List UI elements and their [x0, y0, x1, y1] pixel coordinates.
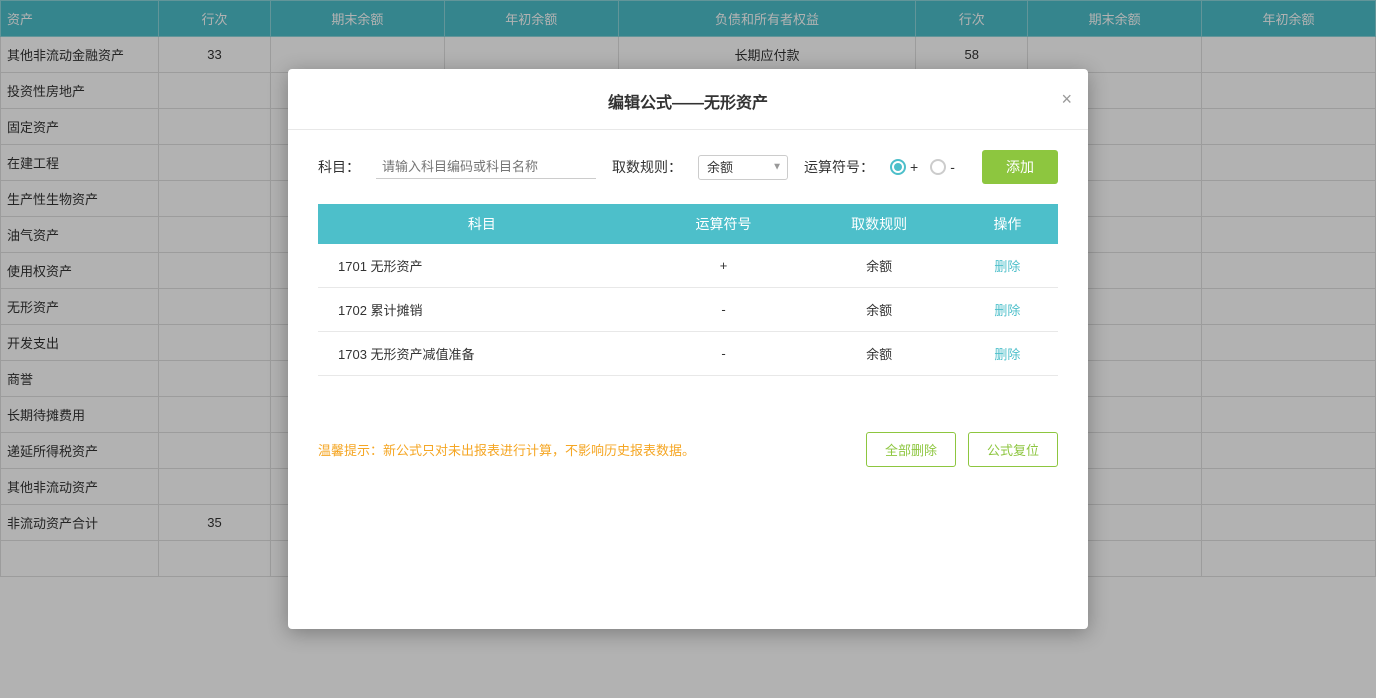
modal-close-button[interactable]: ×	[1061, 90, 1072, 108]
radio-plus-circle	[890, 159, 906, 175]
formula-subject-1: 1702 累计摊销	[318, 288, 646, 332]
modal-overlay: 编辑公式——无形资产 × 科目： 取数规则： 余额 借方 贷方 借方发生额 贷方…	[0, 0, 1376, 698]
edit-formula-modal: 编辑公式——无形资产 × 科目： 取数规则： 余额 借方 贷方 借方发生额 贷方…	[288, 69, 1088, 629]
operator-radio-group: + -	[890, 159, 955, 175]
form-row: 科目： 取数规则： 余额 借方 贷方 借方发生额 贷方发生额 ▼ 运算符号：	[318, 150, 1058, 184]
th-operator: 运算符号	[646, 204, 802, 244]
modal-footer: 温馨提示：新公式只对未出报表进行计算，不影响历史报表数据。 全部删除 公式复位	[288, 416, 1088, 477]
formula-row-2: 1703 无形资产减值准备-余额 删除	[318, 332, 1058, 376]
th-rule: 取数规则	[801, 204, 957, 244]
reset-formula-button[interactable]: 公式复位	[968, 432, 1058, 467]
radio-minus-circle	[930, 159, 946, 175]
formula-row-1: 1702 累计摊销-余额 删除	[318, 288, 1058, 332]
subject-input[interactable]	[376, 155, 596, 179]
rule-select[interactable]: 余额 借方 贷方 借方发生额 贷方发生额	[698, 155, 788, 180]
rule-label: 取数规则：	[612, 157, 682, 177]
add-button[interactable]: 添加	[982, 150, 1058, 184]
inner-table-header-row: 科目 运算符号 取数规则 操作	[318, 204, 1058, 244]
modal-body: 科目： 取数规则： 余额 借方 贷方 借方发生额 贷方发生额 ▼ 运算符号：	[288, 130, 1088, 416]
formula-subject-0: 1701 无形资产	[318, 244, 646, 288]
formula-rule-2: 余额	[801, 332, 957, 376]
operator-label: 运算符号：	[804, 157, 874, 177]
formula-operator-2: -	[646, 332, 802, 376]
operator-minus-label: -	[950, 159, 955, 175]
formula-action-1: 删除	[957, 288, 1058, 332]
formula-subject-2: 1703 无形资产减值准备	[318, 332, 646, 376]
formula-rule-0: 余额	[801, 244, 957, 288]
th-action: 操作	[957, 204, 1058, 244]
delete-link-0[interactable]: 删除	[994, 259, 1020, 274]
delete-link-1[interactable]: 删除	[994, 303, 1020, 318]
formula-row-0: 1701 无形资产+余额 删除	[318, 244, 1058, 288]
formula-action-0: 删除	[957, 244, 1058, 288]
operator-minus-radio[interactable]: -	[930, 159, 955, 175]
modal-title: 编辑公式——无形资产	[608, 95, 768, 112]
delete-all-button[interactable]: 全部删除	[866, 432, 956, 467]
modal-header: 编辑公式——无形资产 ×	[288, 69, 1088, 130]
rule-select-wrap: 余额 借方 贷方 借方发生额 贷方发生额 ▼	[698, 155, 788, 180]
formula-action-2: 删除	[957, 332, 1058, 376]
footer-buttons: 全部删除 公式复位	[866, 432, 1058, 467]
formula-operator-0: +	[646, 244, 802, 288]
operator-plus-label: +	[910, 159, 918, 175]
subject-label: 科目：	[318, 157, 360, 177]
delete-link-2[interactable]: 删除	[994, 347, 1020, 362]
formula-rule-1: 余额	[801, 288, 957, 332]
inner-formula-table: 科目 运算符号 取数规则 操作 1701 无形资产+余额删除1702 累计摊销-…	[318, 204, 1058, 376]
footer-hint: 温馨提示：新公式只对未出报表进行计算，不影响历史报表数据。	[318, 440, 695, 459]
operator-plus-radio[interactable]: +	[890, 159, 918, 175]
formula-operator-1: -	[646, 288, 802, 332]
th-subject: 科目	[318, 204, 646, 244]
